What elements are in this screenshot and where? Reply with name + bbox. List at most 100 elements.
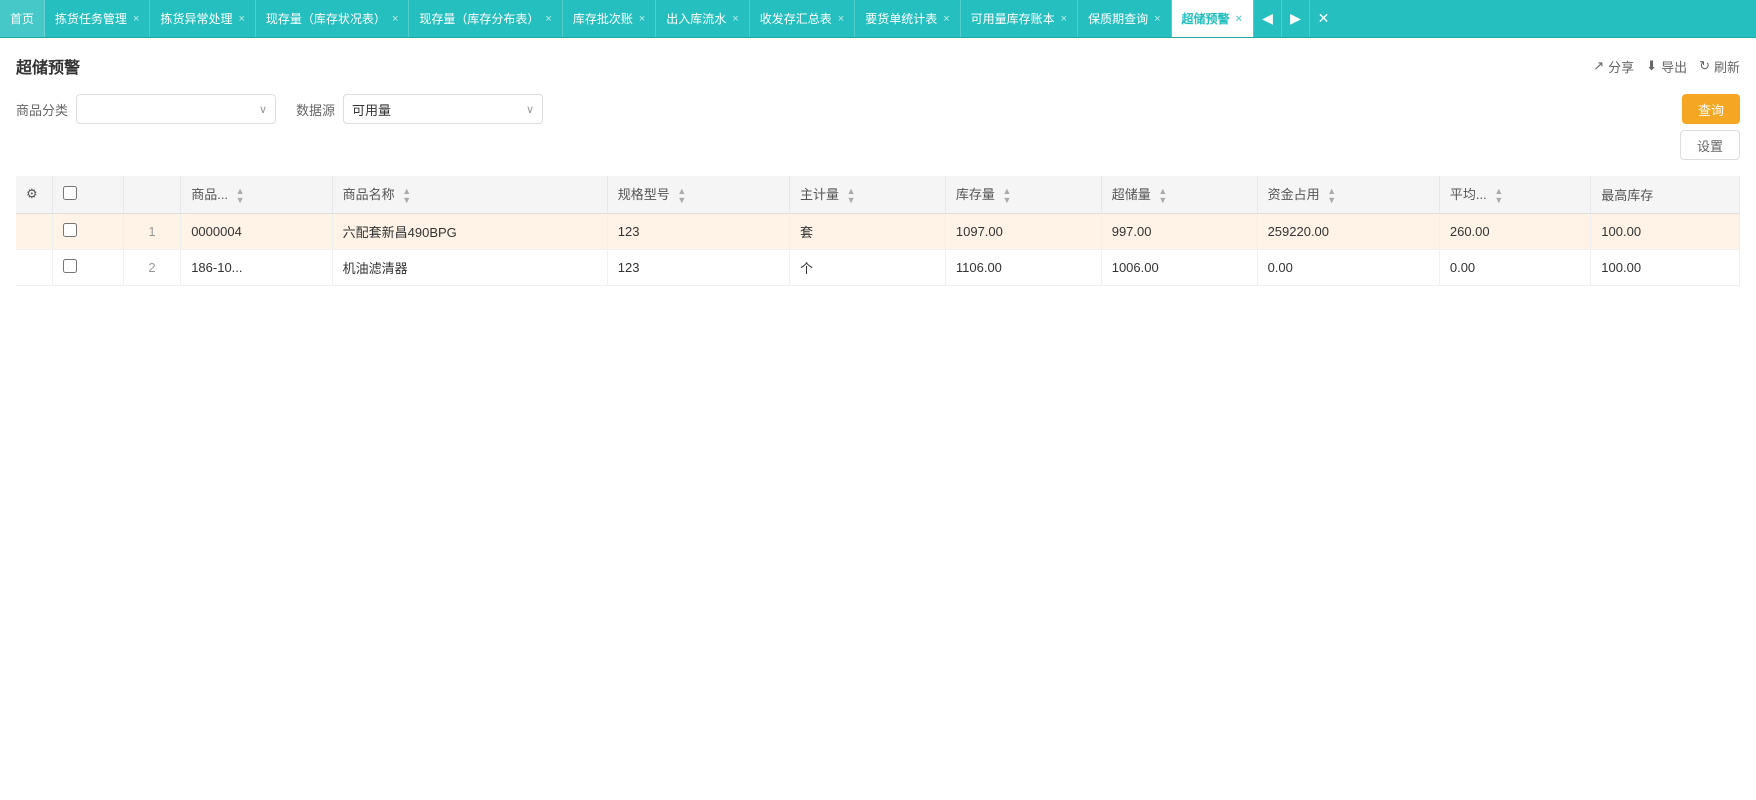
col-overstock-label: 超储量 — [1112, 187, 1151, 202]
col-product-code-sort-icon[interactable]: ▲▼ — [236, 187, 245, 205]
row-product-name: 六配套新昌490BPG — [332, 213, 607, 249]
col-inventory: 库存量 ▲▼ — [945, 176, 1101, 213]
action-buttons-area: 查询 设置 — [1680, 94, 1740, 160]
category-chevron-icon: ∨ — [259, 103, 267, 116]
tab-inventory-dist-label: 现存量（库存分布表） — [419, 10, 539, 27]
row-checkbox-1[interactable] — [63, 259, 77, 273]
settings-button[interactable]: 设置 — [1680, 130, 1740, 160]
tab-available-account-close[interactable]: × — [1061, 13, 1067, 25]
row-product-name: 机油滤清器 — [332, 249, 607, 285]
table-header-row: ⚙ 商品... ▲▼ 商品名称 ▲▼ 规格型号 ▲▼ — [16, 176, 1740, 213]
col-inventory-label: 库存量 — [956, 187, 995, 202]
tab-quality-period-close[interactable]: × — [1154, 13, 1160, 25]
tab-order-stat[interactable]: 要货单统计表 × — [855, 0, 960, 38]
row-capital: 259220.00 — [1257, 213, 1439, 249]
tab-inventory-dist[interactable]: 现存量（库存分布表） × — [409, 0, 562, 38]
col-product-name: 商品名称 ▲▼ — [332, 176, 607, 213]
row-gear-cell — [16, 213, 52, 249]
tab-collect-summary-label: 收发存汇总表 — [760, 10, 832, 27]
datasource-select[interactable]: 可用量 ∨ — [343, 94, 543, 124]
tab-quality-period[interactable]: 保质期查询 × — [1078, 0, 1171, 38]
refresh-icon: ↻ — [1699, 58, 1710, 74]
col-unit: 主计量 ▲▼ — [790, 176, 946, 213]
col-spec-label: 规格型号 — [618, 187, 670, 202]
tab-available-account-label: 可用量库存账本 — [971, 10, 1055, 27]
row-checkbox-0[interactable] — [63, 223, 77, 237]
tab-abnormal-close[interactable]: × — [238, 13, 244, 25]
tab-overstock-warn[interactable]: 超储预警 × — [1172, 0, 1253, 38]
data-table: ⚙ 商品... ▲▼ 商品名称 ▲▼ 规格型号 ▲▼ — [16, 176, 1740, 286]
col-product-name-label: 商品名称 — [343, 187, 395, 202]
nav-prev-arrow[interactable]: ◀ — [1253, 0, 1281, 38]
row-checkbox-cell — [52, 213, 123, 249]
col-max-stock-label: 最高库存 — [1601, 188, 1653, 203]
export-button[interactable]: ⬇ 导出 — [1646, 57, 1687, 76]
col-inventory-sort-icon[interactable]: ▲▼ — [1003, 187, 1012, 205]
tab-abnormal[interactable]: 拣货异常处理 × — [150, 0, 255, 38]
row-avg: 0.00 — [1439, 249, 1590, 285]
tab-task-mgmt[interactable]: 拣货任务管理 × — [45, 0, 150, 38]
category-select[interactable]: ∨ — [76, 94, 276, 124]
tab-collect-summary-close[interactable]: × — [838, 13, 844, 25]
share-icon: ↗ — [1593, 58, 1604, 74]
col-avg-sort-icon[interactable]: ▲▼ — [1494, 187, 1503, 205]
tab-batch-account-close[interactable]: × — [639, 13, 645, 25]
category-label: 商品分类 — [16, 100, 68, 119]
tab-quality-period-label: 保质期查询 — [1088, 10, 1148, 27]
nav-next-arrow[interactable]: ▶ — [1281, 0, 1309, 38]
top-nav: 首页 拣货任务管理 × 拣货异常处理 × 现存量（库存状况表） × 现存量（库存… — [0, 0, 1756, 38]
tab-overstock-warn-close[interactable]: × — [1236, 13, 1242, 25]
datasource-label: 数据源 — [296, 100, 335, 119]
tab-order-stat-close[interactable]: × — [943, 13, 949, 25]
row-gear-cell — [16, 249, 52, 285]
tab-batch-account[interactable]: 库存批次账 × — [563, 0, 656, 38]
nav-close-arrow[interactable]: ✕ — [1309, 0, 1337, 38]
col-overstock: 超储量 ▲▼ — [1101, 176, 1257, 213]
tab-inout-flow[interactable]: 出入库流水 × — [656, 0, 749, 38]
select-all-checkbox[interactable] — [63, 186, 77, 200]
share-button[interactable]: ↗ 分享 — [1593, 57, 1634, 76]
gear-icon[interactable]: ⚙ — [26, 186, 38, 201]
tab-inventory-status-close[interactable]: × — [392, 13, 398, 25]
row-max-stock: 100.00 — [1591, 213, 1740, 249]
row-overstock: 997.00 — [1101, 213, 1257, 249]
export-label: 导出 — [1661, 57, 1687, 76]
row-checkbox-cell — [52, 249, 123, 285]
row-num-cell: 2 — [123, 249, 180, 285]
tab-inventory-status[interactable]: 现存量（库存状况表） × — [256, 0, 409, 38]
refresh-button[interactable]: ↻ 刷新 — [1699, 57, 1740, 76]
col-unit-sort-icon[interactable]: ▲▼ — [847, 187, 856, 205]
table-row: 2 186-10... 机油滤清器 123 个 1106.00 1006.00 … — [16, 249, 1740, 285]
col-unit-label: 主计量 — [800, 187, 839, 202]
col-spec: 规格型号 ▲▼ — [607, 176, 789, 213]
query-button[interactable]: 查询 — [1682, 94, 1740, 124]
tab-available-account[interactable]: 可用量库存账本 × — [961, 0, 1078, 38]
row-num-cell: 1 — [123, 213, 180, 249]
row-inventory: 1106.00 — [945, 249, 1101, 285]
row-max-stock: 100.00 — [1591, 249, 1740, 285]
tab-inout-flow-close[interactable]: × — [732, 13, 738, 25]
row-inventory: 1097.00 — [945, 213, 1101, 249]
col-product-name-sort-icon[interactable]: ▲▼ — [402, 187, 411, 205]
tab-order-stat-label: 要货单统计表 — [865, 10, 937, 27]
main-content: 超储预警 ↗ 分享 ⬇ 导出 ↻ 刷新 商品分类 ∨ — [0, 38, 1756, 800]
page-header: 超储预警 ↗ 分享 ⬇ 导出 ↻ 刷新 — [16, 54, 1740, 78]
col-capital-sort-icon[interactable]: ▲▼ — [1327, 187, 1336, 205]
tab-task-mgmt-close[interactable]: × — [133, 13, 139, 25]
page-title: 超储预警 — [16, 54, 80, 78]
filter-area: 商品分类 ∨ 数据源 可用量 ∨ 查询 设置 — [16, 94, 1740, 160]
tab-home[interactable]: 首页 — [0, 0, 45, 38]
share-label: 分享 — [1608, 57, 1634, 76]
row-capital: 0.00 — [1257, 249, 1439, 285]
col-capital: 资金占用 ▲▼ — [1257, 176, 1439, 213]
datasource-filter-item: 数据源 可用量 ∨ — [296, 94, 543, 124]
col-overstock-sort-icon[interactable]: ▲▼ — [1158, 187, 1167, 205]
col-row-num — [123, 176, 180, 213]
header-actions: ↗ 分享 ⬇ 导出 ↻ 刷新 — [1593, 57, 1740, 76]
col-checkbox — [52, 176, 123, 213]
col-spec-sort-icon[interactable]: ▲▼ — [677, 187, 686, 205]
tab-collect-summary[interactable]: 收发存汇总表 × — [750, 0, 855, 38]
tab-inventory-dist-close[interactable]: × — [545, 13, 551, 25]
tab-inout-flow-label: 出入库流水 — [666, 10, 726, 27]
row-spec: 123 — [607, 213, 789, 249]
